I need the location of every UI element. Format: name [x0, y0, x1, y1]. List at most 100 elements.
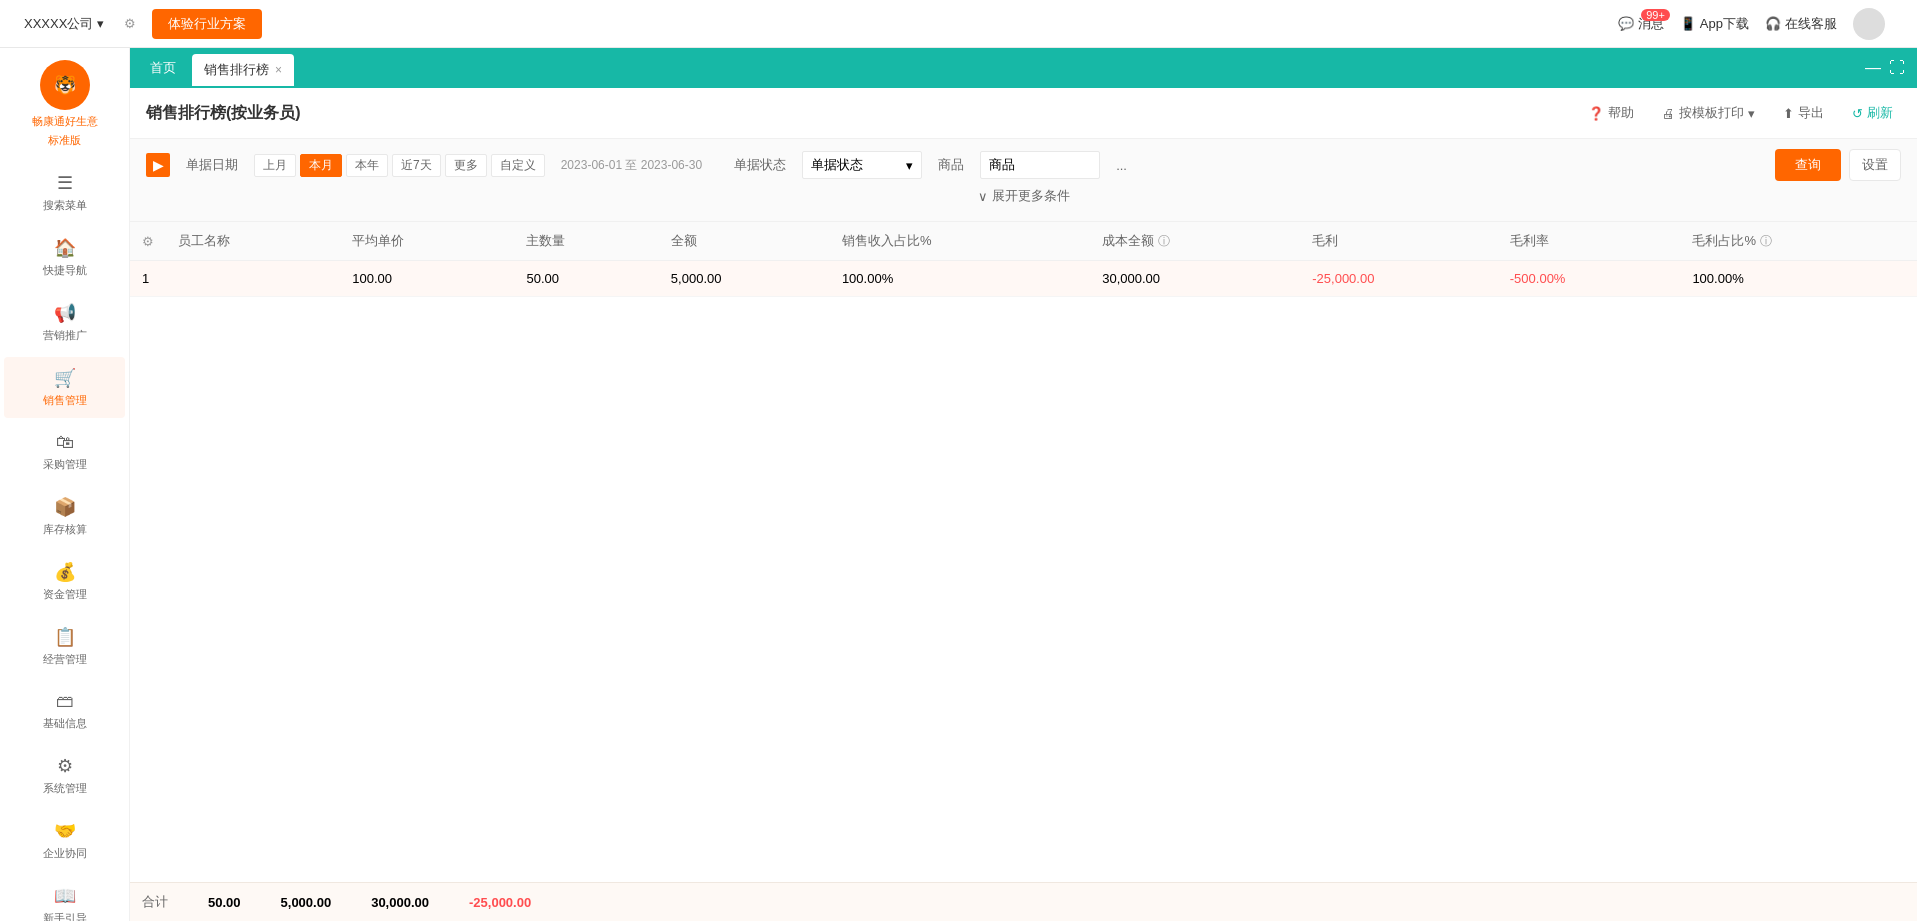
date-range-display: 2023-06-01 至 2023-06-30 [561, 157, 702, 174]
settings-icon[interactable]: ⚙ [124, 16, 136, 31]
avatar[interactable] [1853, 8, 1885, 40]
filter-settings-button[interactable]: 设置 [1849, 149, 1901, 181]
tab-maximize-button[interactable]: ⛶ [1889, 59, 1905, 77]
sidebar-label-operations: 经营管理 [43, 652, 87, 667]
tab-minimize-button[interactable]: — [1865, 59, 1881, 77]
expand-more-conditions-button[interactable]: ∨ 展开更多条件 [978, 187, 1070, 205]
company-selector[interactable]: XXXXX公司 ▾ [16, 11, 112, 37]
tab-label: 销售排行榜 [204, 61, 269, 79]
date-btn-group: 上月 本月 本年 近7天 更多 自定义 [254, 154, 545, 177]
gross-pct-help-icon[interactable]: ⓘ [1760, 234, 1772, 248]
page-content: 销售排行榜(按业务员) ❓ 帮助 🖨 按模板打印 ▾ ⬆ 导出 [130, 88, 1917, 921]
system-icon: ⚙ [57, 755, 73, 777]
sidebar-item-operations[interactable]: 📋 经营管理 [4, 616, 125, 677]
sidebar-item-guide[interactable]: 📖 新手引导 [4, 875, 125, 921]
page-title: 销售排行榜(按业务员) [146, 103, 301, 124]
help-icon: ❓ [1588, 106, 1604, 121]
col-qty-header: 主数量 [514, 222, 658, 261]
sidebar-label-search-order: 搜索菜单 [43, 198, 87, 213]
col-settings-icon[interactable]: ⚙ [142, 234, 154, 249]
tab-bar: 首页 销售排行榜 × — ⛶ [130, 48, 1917, 88]
status-select[interactable]: 单据状态 ▾ [802, 151, 922, 179]
table-footer: 合计 50.00 5,000.00 30,000.00 -25,000.00 [130, 882, 1917, 921]
refresh-button[interactable]: ↺ 刷新 [1844, 100, 1901, 126]
online-service-link[interactable]: 🎧 在线客服 [1765, 15, 1837, 33]
table-area: ⚙ 员工名称 平均单价 主数量 全额 销售收入占比% 成本全额 ⓘ 毛利 [130, 222, 1917, 882]
cell-employee [166, 261, 340, 297]
sidebar-item-inventory[interactable]: 📦 库存核算 [4, 486, 125, 547]
template-print-button[interactable]: 🖨 按模板打印 ▾ [1654, 100, 1763, 126]
date-btn-this-year[interactable]: 本年 [346, 154, 388, 177]
inventory-icon: 📦 [54, 496, 76, 518]
message-icon: 💬 [1618, 16, 1634, 31]
goods-placeholder: 商品 [989, 156, 1015, 174]
query-button[interactable]: 查询 [1775, 149, 1841, 181]
table-header-row: ⚙ 员工名称 平均单价 主数量 全额 销售收入占比% 成本全额 ⓘ 毛利 [130, 222, 1917, 261]
date-btn-custom[interactable]: 自定义 [491, 154, 545, 177]
col-employee-header: 员工名称 [166, 222, 340, 261]
status-placeholder: 单据状态 [811, 156, 863, 174]
cost-help-icon[interactable]: ⓘ [1158, 234, 1170, 248]
date-btn-this-month[interactable]: 本月 [300, 154, 342, 177]
quick-nav-icon: 🏠 [54, 237, 76, 259]
cell-gross: -25,000.00 [1300, 261, 1498, 297]
status-filter-label: 单据状态 [734, 156, 786, 174]
filter-expand-arrow[interactable]: ▶ [146, 153, 170, 177]
sidebar-label-guide: 新手引导 [43, 911, 87, 921]
sidebar-item-quick-nav[interactable]: 🏠 快捷导航 [4, 227, 125, 288]
sidebar-item-purchase[interactable]: 🛍 采购管理 [4, 422, 125, 482]
date-btn-more[interactable]: 更多 [445, 154, 487, 177]
page-actions: ❓ 帮助 🖨 按模板打印 ▾ ⬆ 导出 ↺ 刷新 [1580, 100, 1901, 126]
sidebar-item-system[interactable]: ⚙ 系统管理 [4, 745, 125, 806]
date-btn-prev-month[interactable]: 上月 [254, 154, 296, 177]
col-gross-pct-header: 毛利占比% ⓘ [1680, 222, 1917, 261]
guide-icon: 📖 [54, 885, 76, 907]
tab-home[interactable]: 首页 [134, 48, 192, 88]
footer-label: 合计 [142, 893, 168, 911]
sidebar-item-search-order[interactable]: ☰ 搜索菜单 [4, 162, 125, 223]
basics-icon: 🗃 [56, 691, 74, 712]
cell-gross-rate: -500.00% [1498, 261, 1681, 297]
sidebar-logo: 🐯 畅康通好生意 标准版 [0, 48, 129, 160]
mobile-icon: 📱 [1680, 16, 1696, 31]
purchase-icon: 🛍 [56, 432, 74, 453]
table-row: 1 100.00 50.00 5,000.00 100.00% 30,000.0… [130, 261, 1917, 297]
trial-button[interactable]: 体验行业方案 [152, 9, 262, 39]
goods-select[interactable]: 商品 [980, 151, 1100, 179]
expand-row: ∨ 展开更多条件 [146, 181, 1901, 211]
sidebar-label-sales: 销售管理 [43, 393, 87, 408]
finance-icon: 💰 [54, 561, 76, 583]
sidebar-item-enterprise[interactable]: 🤝 企业协同 [4, 810, 125, 871]
main-layout: 🐯 畅康通好生意 标准版 ☰ 搜索菜单 🏠 快捷导航 📢 营销推广 🛒 销售管理… [0, 48, 1917, 921]
export-button[interactable]: ⬆ 导出 [1775, 100, 1832, 126]
company-name: XXXXX公司 [24, 15, 93, 33]
tab-bar-right: — ⛶ [1865, 59, 1913, 77]
page-header: 销售排行榜(按业务员) ❓ 帮助 🖨 按模板打印 ▾ ⬆ 导出 [130, 88, 1917, 139]
col-cost-header: 成本全额 ⓘ [1090, 222, 1300, 261]
footer-gross: -25,000.00 [469, 895, 531, 910]
cell-amount: 5,000.00 [659, 261, 830, 297]
cell-gross-pct: 100.00% [1680, 261, 1917, 297]
messages-badge: 99+ [1641, 9, 1670, 21]
chevron-down-icon: ▾ [97, 16, 104, 31]
sidebar-label-finance: 资金管理 [43, 587, 87, 602]
footer-qty: 50.00 [208, 895, 241, 910]
expand-chevron-icon: ∨ [978, 189, 988, 204]
messages-area[interactable]: 💬 消息 99+ [1618, 15, 1664, 33]
cell-qty: 50.00 [514, 261, 658, 297]
logo-icon: 🐯 [40, 60, 90, 110]
sidebar: 🐯 畅康通好生意 标准版 ☰ 搜索菜单 🏠 快捷导航 📢 营销推广 🛒 销售管理… [0, 48, 130, 921]
tab-close-button[interactable]: × [275, 63, 282, 77]
tab-sales-ranking[interactable]: 销售排行榜 × [192, 54, 294, 86]
date-btn-last-7[interactable]: 近7天 [392, 154, 441, 177]
col-gross-rate-header: 毛利率 [1498, 222, 1681, 261]
app-download-link[interactable]: 📱 App下载 [1680, 15, 1749, 33]
print-icon: 🖨 [1662, 106, 1675, 121]
sidebar-item-finance[interactable]: 💰 资金管理 [4, 551, 125, 612]
sidebar-item-sales[interactable]: 🛒 销售管理 [4, 357, 125, 418]
help-button[interactable]: ❓ 帮助 [1580, 100, 1642, 126]
sidebar-item-basics[interactable]: 🗃 基础信息 [4, 681, 125, 741]
sidebar-label-purchase: 采购管理 [43, 457, 87, 472]
sidebar-item-marketing[interactable]: 📢 营销推广 [4, 292, 125, 353]
top-bar: XXXXX公司 ▾ ⚙ 体验行业方案 💬 消息 99+ 📱 App下载 🎧 在线… [0, 0, 1917, 48]
